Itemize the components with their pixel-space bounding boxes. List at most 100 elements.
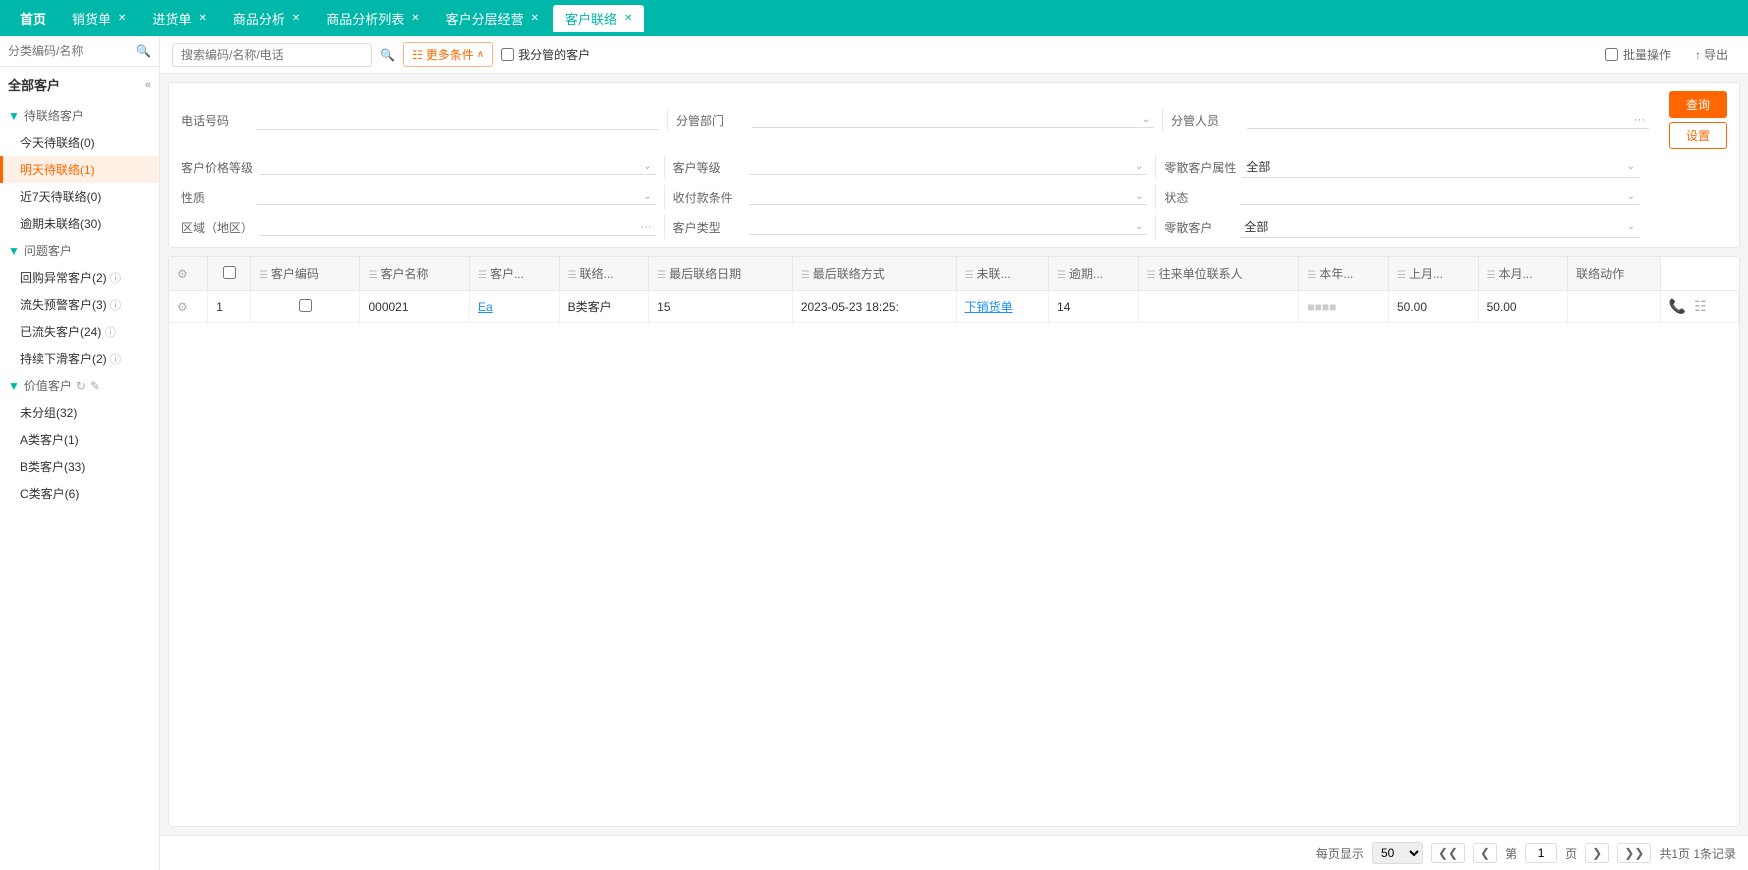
nav-item-purchase[interactable]: 进货单 ✕ (140, 5, 218, 32)
row-gear[interactable]: ⚙ (169, 291, 208, 323)
nav-close-sales[interactable]: ✕ (118, 13, 126, 24)
row-this-year: 50.00 (1388, 291, 1478, 323)
sidebar-item-tomorrow[interactable]: 明天待联络(1) (0, 156, 159, 183)
filter-status-select[interactable]: ⌄ (1240, 189, 1639, 205)
sidebar-item-overdue[interactable]: 逾期未联络(30) (0, 210, 159, 237)
filter-cell-price-grade: 客户价格等级 ⌄ (181, 159, 656, 176)
chevron-down-icon-9: ⌄ (1627, 221, 1635, 232)
nav-item-analysis-list[interactable]: 商品分析列表 ✕ (314, 5, 431, 32)
chevron-down-icon-7: ⌄ (1627, 191, 1635, 202)
filter-cell-payment: 收付款条件 ⌄ (673, 189, 1148, 206)
filter-cell-grade: 客户等级 ⌄ (673, 159, 1148, 176)
nav-close-purchase[interactable]: ✕ (198, 13, 206, 24)
page-next-btn[interactable]: ❯ (1585, 843, 1609, 863)
row-checkbox-cell[interactable] (250, 291, 360, 323)
sidebar-item-class-c[interactable]: C类客户(6) (0, 480, 159, 507)
row-action-grid-icon[interactable]: ☷ (1694, 298, 1707, 315)
value-refresh-icon[interactable]: ↻ (76, 379, 86, 393)
filter-row-3: 性质 ⌄ 收付款条件 ⌄ 状态 (181, 185, 1727, 209)
my-customers-checkbox[interactable] (501, 48, 514, 61)
set-button[interactable]: 设置 (1669, 122, 1727, 149)
export-btn[interactable]: ↑ 导出 (1687, 43, 1736, 66)
sidebar-section-pending[interactable]: ▼ 待联络客户 (0, 102, 159, 129)
col-last-method: ☰最后联络方式 (792, 257, 956, 291)
top-nav: 首页 销货单 ✕ 进货单 ✕ 商品分析 ✕ 商品分析列表 ✕ 客户分层经营 ✕ … (0, 0, 1748, 36)
chevron-down-icon-6: ⌄ (1135, 191, 1143, 202)
nav-item-customer-contact[interactable]: 客户联络 ✕ (553, 5, 644, 32)
table-row: ⚙ 1 000021 Ea B类客户 15 2023-05-23 18:25: … (169, 291, 1739, 323)
customer-table-container: ⚙ ☰客户编码 ☰客户名称 ☰客户... ☰联络... ☰最后联络日期 ☰最后联… (168, 256, 1740, 827)
page-first-btn[interactable]: ❮❮ (1431, 843, 1465, 863)
filter-sparse-attr-select[interactable]: 全部 ⌄ (1242, 156, 1639, 178)
row-name[interactable]: Ea (469, 291, 559, 323)
col-checkbox[interactable] (208, 257, 251, 291)
bulk-operation-btn[interactable]: 批量操作 (1597, 43, 1679, 66)
value-edit-icon[interactable]: ✎ (90, 379, 100, 393)
sidebar-item-churned[interactable]: 已流失客户(24) ⓘ (0, 318, 159, 345)
filter-cell-phone: 电话号码 (181, 111, 659, 130)
filter-search-icon[interactable]: 🔍 (380, 48, 395, 62)
advanced-filters: 电话号码 分管部门 ⌄ 分管人员 ··· (168, 82, 1740, 248)
filter-region-more[interactable]: ··· (259, 219, 656, 236)
content-area: 🔍 ☷ 更多条件 ∧ 我分管的客户 批量操作 ↑ 导出 (160, 36, 1748, 870)
page-prev-btn[interactable]: ❮ (1473, 843, 1497, 863)
my-customers-checkbox-label[interactable]: 我分管的客户 (501, 46, 590, 63)
filter-dept-select[interactable]: ⌄ (752, 112, 1154, 128)
nav-item-analysis[interactable]: 商品分析 ✕ (221, 5, 312, 32)
sidebar-search-icon[interactable]: 🔍 (136, 44, 151, 58)
sidebar-all-customers[interactable]: 全部客户 « (0, 67, 159, 102)
col-contact-count: ☰联络... (559, 257, 649, 291)
nav-item-home[interactable]: 首页 (8, 5, 58, 32)
nav-close-customer-layer[interactable]: ✕ (531, 13, 539, 24)
query-button[interactable]: 查询 (1669, 91, 1727, 118)
filter-row-2: 客户价格等级 ⌄ 客户等级 ⌄ 零散客户属性 (181, 155, 1727, 179)
sidebar-item-repurchase-abnormal[interactable]: 回购异常客户(2) ⓘ (0, 264, 159, 291)
query-set-buttons: 查询 设置 (1669, 91, 1727, 149)
sidebar-section-value[interactable]: ▼ 价值客户 ↻ ✎ (0, 372, 159, 399)
row-action-phone-icon[interactable]: 📞 (1669, 298, 1686, 315)
filter-row-1: 电话号码 分管部门 ⌄ 分管人员 ··· (181, 91, 1727, 149)
sidebar-section-problem[interactable]: ▼ 问题客户 (0, 237, 159, 264)
filter-person-more[interactable]: ··· (1247, 112, 1649, 129)
sidebar-item-class-b[interactable]: B类客户(33) (0, 453, 159, 480)
sidebar-item-declining[interactable]: 持续下滑客户(2) ⓘ (0, 345, 159, 372)
row-code: 000021 (360, 291, 470, 323)
filter-search-input[interactable] (172, 43, 372, 67)
filter-grade-select[interactable]: ⌄ (749, 159, 1148, 175)
filter-nature-select[interactable]: ⌄ (257, 189, 656, 205)
chevron-down-icon-8: ⌄ (1135, 221, 1143, 232)
sidebar-item-ungrouped[interactable]: 未分组(32) (0, 399, 159, 426)
main-layout: 🔍 全部客户 « ▼ 待联络客户 今天待联络(0) 明天待联络(1) 近7天待联… (0, 36, 1748, 870)
sidebar-collapse-icon: « (145, 79, 151, 91)
col-type: ☰客户... (469, 257, 559, 291)
sidebar-search-input[interactable] (8, 44, 132, 58)
col-code: ☰客户编码 (250, 257, 360, 291)
col-last-date: ☰最后联络日期 (649, 257, 793, 291)
sidebar-item-today[interactable]: 今天待联络(0) (0, 129, 159, 156)
sidebar-item-churn-warning[interactable]: 流失预警客户(3) ⓘ (0, 291, 159, 318)
filter-cell-customer-type: 客户类型 ⌄ (673, 219, 1148, 236)
more-conditions-btn[interactable]: ☷ 更多条件 ∧ (403, 42, 493, 67)
filter-customer-type-select[interactable]: ⌄ (749, 219, 1148, 235)
filter-cell-sparse-attr: 零散客户属性 全部 ⌄ (1164, 156, 1639, 178)
filter-price-grade-select[interactable]: ⌄ (259, 159, 656, 175)
filter-row-4: 区域（地区） ··· 客户类型 ⌄ 零散客户 (181, 215, 1727, 239)
sidebar-search-container: 🔍 (0, 36, 159, 67)
page-last-btn[interactable]: ❯❯ (1617, 843, 1651, 863)
page-number-input[interactable] (1525, 843, 1557, 863)
nav-close-analysis-list[interactable]: ✕ (411, 13, 419, 24)
row-last-method[interactable]: 下销货单 (956, 291, 1048, 323)
sidebar-item-class-a[interactable]: A类客户(1) (0, 426, 159, 453)
nav-item-sales[interactable]: 销货单 ✕ (60, 5, 138, 32)
sidebar-item-week[interactable]: 近7天待联络(0) (0, 183, 159, 210)
row-actions: 📞 ☷ (1660, 291, 1738, 323)
filter-sparse-select[interactable]: 全部 ⌄ (1240, 216, 1639, 238)
filter-phone-input[interactable] (257, 111, 659, 130)
nav-close-analysis[interactable]: ✕ (292, 13, 300, 24)
page-size-select[interactable]: 50 20 100 (1372, 842, 1423, 864)
row-overdue (1138, 291, 1299, 323)
filter-payment-select[interactable]: ⌄ (749, 189, 1148, 205)
col-gear[interactable]: ⚙ (169, 257, 208, 291)
nav-close-customer-contact[interactable]: ✕ (624, 13, 632, 24)
nav-item-customer-layer[interactable]: 客户分层经营 ✕ (434, 5, 551, 32)
